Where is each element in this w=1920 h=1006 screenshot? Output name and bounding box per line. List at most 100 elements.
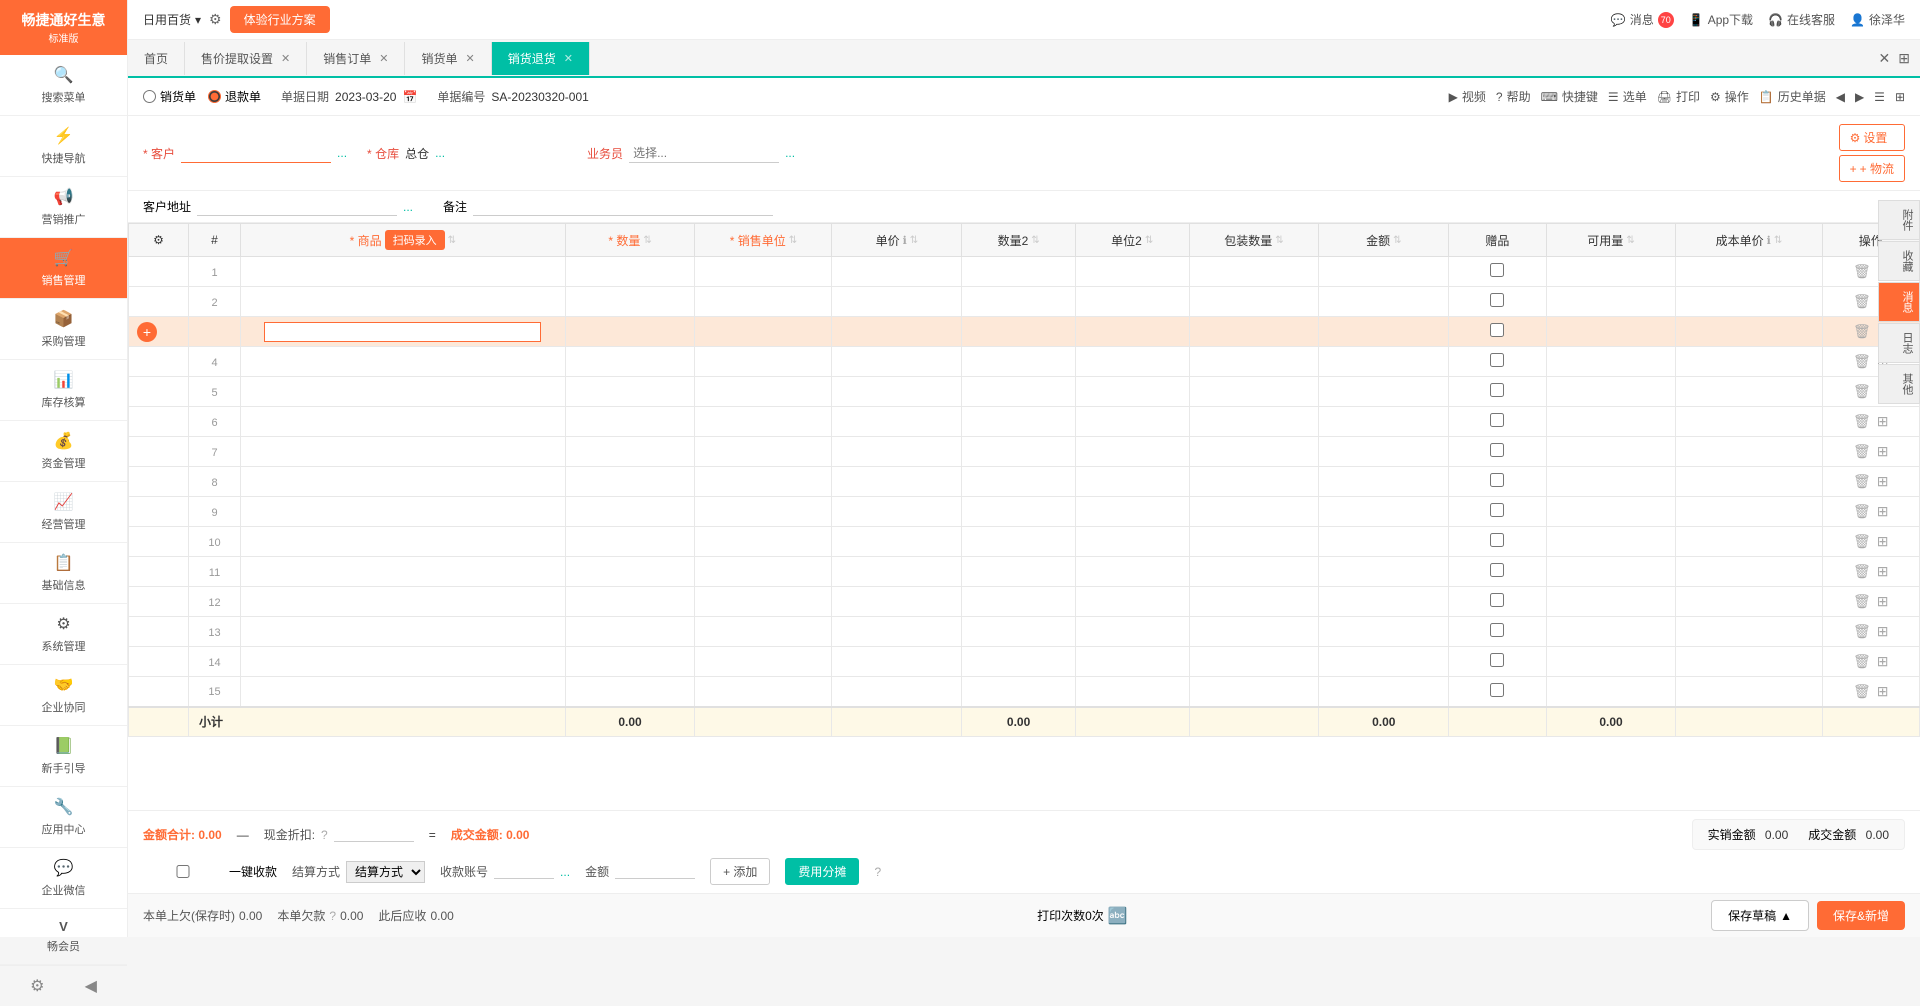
row-product-2[interactable]	[240, 287, 565, 317]
sidebar-item-purchase[interactable]: 📦 采购管理	[0, 299, 127, 360]
favorite-btn[interactable]: 收藏	[1878, 241, 1920, 281]
salesperson-input[interactable]	[629, 144, 779, 163]
sort-price-icon[interactable]: ⇅	[910, 235, 918, 246]
row-qty-2[interactable]	[565, 287, 695, 317]
del-14[interactable]: 🗑	[1853, 653, 1871, 670]
tab-sales[interactable]: 销货单 ✕	[405, 42, 491, 75]
logistics-btn[interactable]: + + 物流	[1839, 155, 1905, 182]
sidebar-item-system[interactable]: ⚙ 系统管理	[0, 604, 127, 665]
copy-8[interactable]: ⊞	[1877, 473, 1889, 490]
view-grid-btn[interactable]: ⊞	[1895, 90, 1905, 104]
row-qty-3[interactable]	[565, 317, 695, 347]
row-amount-2[interactable]	[1319, 287, 1449, 317]
nav-prev-btn[interactable]: ◀	[1836, 90, 1845, 104]
settings-bottom-btn[interactable]: ⚙	[30, 976, 44, 996]
app-logo[interactable]: 畅捷通好生意 标准版	[0, 0, 127, 55]
close-all-tabs-btn[interactable]: ✕	[1879, 50, 1891, 67]
delete-row-3-icon[interactable]: 🗑	[1853, 323, 1871, 340]
sidebar-item-basic[interactable]: 📋 基础信息	[0, 543, 127, 604]
row-avail-1[interactable]	[1546, 257, 1676, 287]
salesperson-dots[interactable]: ...	[785, 146, 795, 160]
expense-split-btn[interactable]: 费用分摊	[785, 858, 859, 885]
sales-radio[interactable]: 销货单	[143, 88, 196, 105]
row-qty-1[interactable]	[565, 257, 695, 287]
row-gift-3[interactable]	[1449, 317, 1546, 347]
row-amount-1[interactable]	[1319, 257, 1449, 287]
row-unit-3[interactable]	[695, 317, 832, 347]
copy-7[interactable]: ⊞	[1877, 443, 1889, 460]
gift-cb-6[interactable]	[1490, 413, 1504, 427]
video-btn[interactable]: ▶ 视频	[1449, 88, 1486, 105]
row-unit2-2[interactable]	[1075, 287, 1189, 317]
tab-price-settings[interactable]: 售价提取设置 ✕	[185, 42, 307, 75]
note-input[interactable]	[473, 197, 773, 216]
sidebar-item-member[interactable]: V 畅会员	[0, 909, 127, 965]
gift-cb-14[interactable]	[1490, 653, 1504, 667]
del-15[interactable]: 🗑	[1853, 683, 1871, 700]
nav-selector[interactable]: 日用百货 ▾	[143, 11, 201, 28]
copy-15[interactable]: ⊞	[1877, 683, 1889, 700]
cash-discount-input[interactable]	[334, 827, 414, 842]
close-tab-sales-icon[interactable]: ✕	[466, 52, 475, 65]
row-qty2-1[interactable]	[962, 257, 1076, 287]
close-tab-return-icon[interactable]: ✕	[564, 52, 573, 65]
gift-cb-15[interactable]	[1490, 683, 1504, 697]
copy-11[interactable]: ⊞	[1877, 563, 1889, 580]
one-click-collection-field[interactable]: 一键收款	[143, 863, 277, 880]
sort-unit-icon[interactable]: ⇅	[789, 235, 797, 246]
customer-input[interactable]	[181, 144, 331, 163]
tab-home[interactable]: 首页	[128, 42, 185, 75]
del-11[interactable]: 🗑	[1853, 563, 1871, 580]
row-cost-2[interactable]	[1676, 287, 1822, 317]
message-float-btn[interactable]: 消息	[1878, 282, 1920, 322]
settings-btn[interactable]: ⚙ 设置	[1839, 124, 1905, 151]
sidebar-item-guide[interactable]: 📗 新手引导	[0, 726, 127, 787]
copy-9[interactable]: ⊞	[1877, 503, 1889, 520]
nav-next-btn[interactable]: ▶	[1855, 90, 1864, 104]
copy-14[interactable]: ⊞	[1877, 653, 1889, 670]
delete-row-1-icon[interactable]: 🗑	[1853, 263, 1871, 280]
row-pkg-1[interactable]	[1189, 257, 1319, 287]
gear-icon[interactable]: ⚙	[209, 11, 222, 28]
product-input-3[interactable]	[264, 322, 541, 342]
tab-sales-order[interactable]: 销售订单 ✕	[307, 42, 405, 75]
account-dots[interactable]: ...	[560, 865, 570, 879]
sort-unit2-icon[interactable]: ⇅	[1145, 235, 1153, 246]
message-item[interactable]: 💬 消息 70	[1611, 11, 1674, 28]
settlement-select[interactable]: 结算方式	[346, 861, 425, 883]
sort-pkg-icon[interactable]: ⇅	[1275, 235, 1283, 246]
experience-btn[interactable]: 体验行业方案	[230, 6, 330, 33]
row-price-3[interactable]	[832, 317, 962, 347]
del-9[interactable]: 🗑	[1853, 503, 1871, 520]
gift-checkbox-1[interactable]	[1490, 263, 1504, 277]
attachment-btn[interactable]: 附件	[1878, 200, 1920, 240]
save-new-btn[interactable]: 保存&新增	[1817, 901, 1905, 930]
row-product-3[interactable]	[240, 317, 565, 347]
maximize-btn[interactable]: ⊞	[1898, 50, 1910, 67]
sidebar-item-apps[interactable]: 🔧 应用中心	[0, 787, 127, 848]
row-gift-2[interactable]	[1449, 287, 1546, 317]
row-pkg-2[interactable]	[1189, 287, 1319, 317]
add-row-btn[interactable]: +	[137, 322, 157, 342]
row-qty2-3[interactable]	[962, 317, 1076, 347]
other-btn[interactable]: 其他	[1878, 364, 1920, 404]
sidebar-item-operation[interactable]: 📈 经营管理	[0, 482, 127, 543]
collapse-btn[interactable]: ◀	[85, 976, 97, 996]
close-tab-order-icon[interactable]: ✕	[379, 52, 388, 65]
gift-cb-4[interactable]	[1490, 353, 1504, 367]
sidebar-item-marketing[interactable]: 📢 营销推广	[0, 177, 127, 238]
del-5[interactable]: 🗑	[1853, 383, 1871, 400]
save-draft-btn[interactable]: 保存草稿 ▲	[1711, 900, 1809, 931]
sort-qty-icon[interactable]: ⇅	[643, 235, 651, 246]
cost-info-icon[interactable]: ℹ	[1767, 234, 1771, 247]
sort-product-icon[interactable]: ⇅	[448, 235, 456, 246]
amount-input[interactable]	[615, 864, 695, 879]
question-icon[interactable]: ?	[321, 828, 328, 842]
sidebar-item-finance[interactable]: 💰 资金管理	[0, 421, 127, 482]
calendar-icon[interactable]: 📅	[402, 90, 417, 104]
address-dots[interactable]: ...	[403, 200, 413, 214]
row-gift-1[interactable]	[1449, 257, 1546, 287]
return-radio-input[interactable]	[208, 90, 221, 103]
gift-checkbox-3[interactable]	[1490, 323, 1504, 337]
row-cost-1[interactable]	[1676, 257, 1822, 287]
